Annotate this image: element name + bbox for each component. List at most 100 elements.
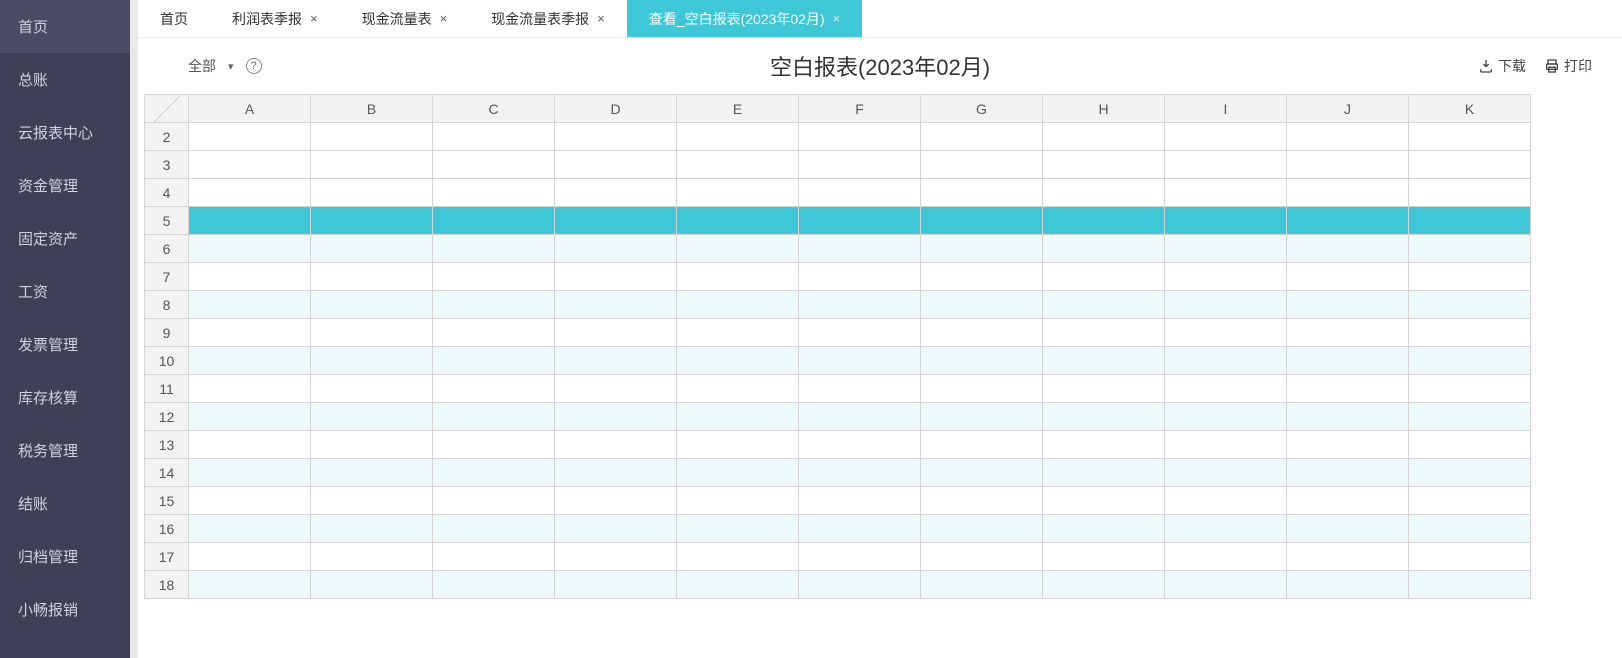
cell-A14[interactable]: [189, 459, 311, 487]
cell-F2[interactable]: [799, 123, 921, 151]
cell-I7[interactable]: [1165, 263, 1287, 291]
row-header-15[interactable]: 15: [145, 487, 189, 515]
cell-B3[interactable]: [311, 151, 433, 179]
cell-H7[interactable]: [1043, 263, 1165, 291]
cell-H2[interactable]: [1043, 123, 1165, 151]
cell-D2[interactable]: [555, 123, 677, 151]
cell-D12[interactable]: [555, 403, 677, 431]
cell-G6[interactable]: [921, 235, 1043, 263]
cell-H13[interactable]: [1043, 431, 1165, 459]
tab-0[interactable]: 首页: [138, 0, 210, 37]
cell-B14[interactable]: [311, 459, 433, 487]
cell-C18[interactable]: [433, 571, 555, 599]
cell-D4[interactable]: [555, 179, 677, 207]
column-header-A[interactable]: A: [189, 95, 311, 123]
cell-G10[interactable]: [921, 347, 1043, 375]
cell-H4[interactable]: [1043, 179, 1165, 207]
cell-F6[interactable]: [799, 235, 921, 263]
cell-G8[interactable]: [921, 291, 1043, 319]
cell-A2[interactable]: [189, 123, 311, 151]
cell-C10[interactable]: [433, 347, 555, 375]
cell-F4[interactable]: [799, 179, 921, 207]
sidebar-item-9[interactable]: 结账: [0, 477, 130, 530]
cell-D11[interactable]: [555, 375, 677, 403]
grid[interactable]: ABCDEFGHIJK23456789101112131415161718: [144, 94, 1531, 599]
cell-B18[interactable]: [311, 571, 433, 599]
cell-I5[interactable]: [1165, 207, 1287, 235]
cell-I9[interactable]: [1165, 319, 1287, 347]
column-header-J[interactable]: J: [1287, 95, 1409, 123]
cell-F11[interactable]: [799, 375, 921, 403]
cell-D5[interactable]: [555, 207, 677, 235]
cell-D9[interactable]: [555, 319, 677, 347]
cell-J4[interactable]: [1287, 179, 1409, 207]
cell-D17[interactable]: [555, 543, 677, 571]
cell-E15[interactable]: [677, 487, 799, 515]
column-header-K[interactable]: K: [1409, 95, 1531, 123]
cell-C16[interactable]: [433, 515, 555, 543]
cell-A15[interactable]: [189, 487, 311, 515]
cell-K5[interactable]: [1409, 207, 1531, 235]
cell-C9[interactable]: [433, 319, 555, 347]
cell-D10[interactable]: [555, 347, 677, 375]
cell-I8[interactable]: [1165, 291, 1287, 319]
grid-corner[interactable]: [145, 95, 189, 123]
cell-F17[interactable]: [799, 543, 921, 571]
row-header-6[interactable]: 6: [145, 235, 189, 263]
cell-E5[interactable]: [677, 207, 799, 235]
column-header-E[interactable]: E: [677, 95, 799, 123]
cell-G14[interactable]: [921, 459, 1043, 487]
row-header-4[interactable]: 4: [145, 179, 189, 207]
cell-G3[interactable]: [921, 151, 1043, 179]
cell-H12[interactable]: [1043, 403, 1165, 431]
column-header-H[interactable]: H: [1043, 95, 1165, 123]
row-header-10[interactable]: 10: [145, 347, 189, 375]
row-header-7[interactable]: 7: [145, 263, 189, 291]
print-button[interactable]: 打印: [1544, 56, 1592, 76]
cell-I13[interactable]: [1165, 431, 1287, 459]
sidebar-item-11[interactable]: 小畅报销: [0, 583, 130, 636]
cell-C17[interactable]: [433, 543, 555, 571]
cell-J16[interactable]: [1287, 515, 1409, 543]
cell-K12[interactable]: [1409, 403, 1531, 431]
cell-E14[interactable]: [677, 459, 799, 487]
row-header-17[interactable]: 17: [145, 543, 189, 571]
column-header-F[interactable]: F: [799, 95, 921, 123]
cell-K2[interactable]: [1409, 123, 1531, 151]
cell-K14[interactable]: [1409, 459, 1531, 487]
cell-F18[interactable]: [799, 571, 921, 599]
cell-C11[interactable]: [433, 375, 555, 403]
cell-G15[interactable]: [921, 487, 1043, 515]
cell-B11[interactable]: [311, 375, 433, 403]
cell-I15[interactable]: [1165, 487, 1287, 515]
cell-C13[interactable]: [433, 431, 555, 459]
cell-I17[interactable]: [1165, 543, 1287, 571]
cell-E3[interactable]: [677, 151, 799, 179]
cell-E11[interactable]: [677, 375, 799, 403]
cell-J18[interactable]: [1287, 571, 1409, 599]
column-header-I[interactable]: I: [1165, 95, 1287, 123]
cell-B5[interactable]: [311, 207, 433, 235]
cell-D8[interactable]: [555, 291, 677, 319]
cell-B16[interactable]: [311, 515, 433, 543]
sidebar-item-8[interactable]: 税务管理: [0, 424, 130, 477]
cell-B15[interactable]: [311, 487, 433, 515]
cell-J10[interactable]: [1287, 347, 1409, 375]
cell-E7[interactable]: [677, 263, 799, 291]
cell-I3[interactable]: [1165, 151, 1287, 179]
cell-F15[interactable]: [799, 487, 921, 515]
cell-D7[interactable]: [555, 263, 677, 291]
cell-D15[interactable]: [555, 487, 677, 515]
sidebar-item-10[interactable]: 归档管理: [0, 530, 130, 583]
row-header-13[interactable]: 13: [145, 431, 189, 459]
cell-C12[interactable]: [433, 403, 555, 431]
row-header-12[interactable]: 12: [145, 403, 189, 431]
cell-K4[interactable]: [1409, 179, 1531, 207]
cell-J6[interactable]: [1287, 235, 1409, 263]
cell-G16[interactable]: [921, 515, 1043, 543]
cell-B9[interactable]: [311, 319, 433, 347]
sidebar-item-5[interactable]: 工资: [0, 265, 130, 318]
cell-B13[interactable]: [311, 431, 433, 459]
cell-J2[interactable]: [1287, 123, 1409, 151]
close-icon[interactable]: ×: [833, 11, 841, 26]
